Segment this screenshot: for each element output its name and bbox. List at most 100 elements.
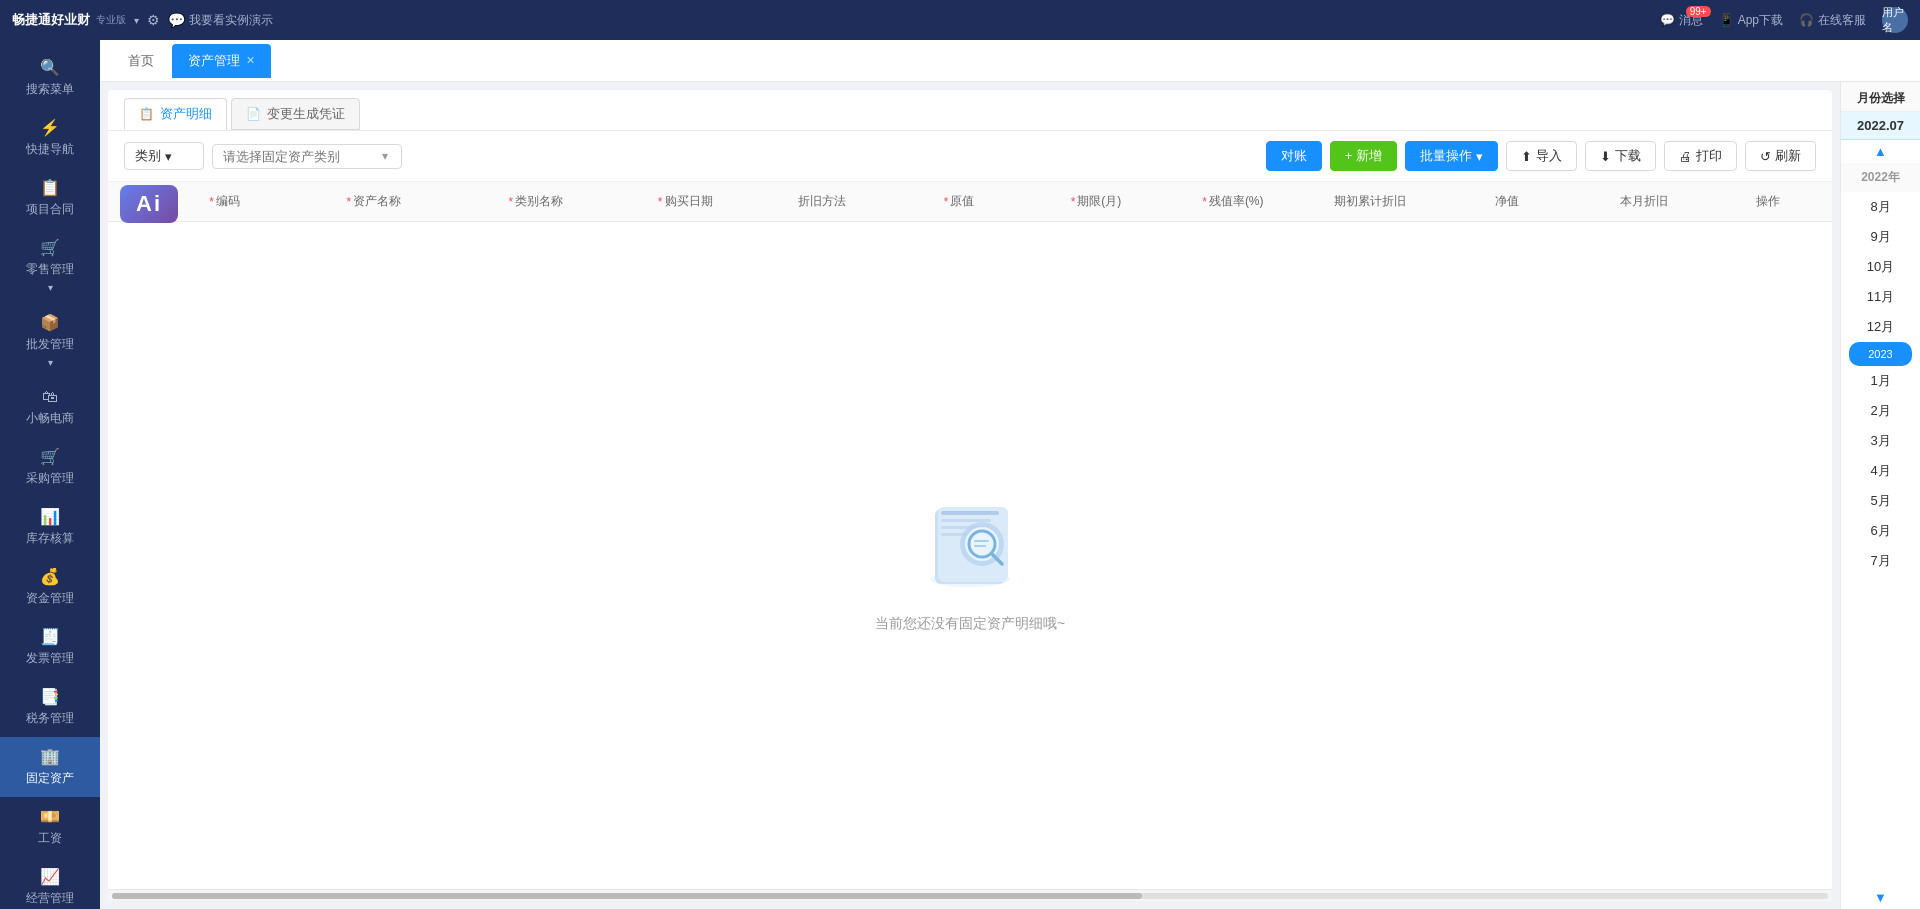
batch-button[interactable]: 批量操作 ▾ [1405, 141, 1498, 171]
sidebar-item-ecommerce[interactable]: 🛍 小畅电商 [0, 378, 100, 437]
scroll-track[interactable] [112, 893, 1828, 899]
sidebar-item-search-menu[interactable]: 🔍 搜索菜单 [0, 48, 100, 108]
month-item-6[interactable]: 6月 [1841, 516, 1920, 546]
month-item-9[interactable]: 9月 [1841, 222, 1920, 252]
sidebar-item-purchase[interactable]: 🛒 采购管理 [0, 437, 100, 497]
th-monthly-dep: 本月折旧 [1575, 185, 1712, 218]
scroll-thumb[interactable] [112, 893, 1142, 899]
th-period: * 期限(月) [1028, 185, 1165, 218]
th-original-value: * 原值 [891, 185, 1028, 218]
empty-illustration [910, 479, 1030, 599]
month-panel-title: 月份选择 [1841, 82, 1920, 112]
asset-detail-icon: 📋 [139, 107, 154, 121]
message-icon: 💬 [1660, 13, 1675, 27]
category-input[interactable] [212, 144, 402, 169]
search-icon: 🔍 [40, 58, 60, 77]
month-list: 2022年 8月 9月 10月 11月 12月 2023 1月 2月 3月 4月… [1841, 163, 1920, 886]
th-purchase-date: * 购买日期 [617, 185, 754, 218]
month-item-1[interactable]: 1月 [1841, 366, 1920, 396]
inventory-icon: 📊 [40, 507, 60, 526]
app-download-btn[interactable]: 📱 App下载 [1719, 12, 1783, 29]
quick-icon: ⚡ [40, 118, 60, 137]
category-filter[interactable]: 类别 ▾ [124, 142, 204, 170]
panel-toggle-btn[interactable]: › [1840, 476, 1841, 516]
phone-icon: 📱 [1719, 13, 1734, 27]
month-item-12[interactable]: 12月 [1841, 312, 1920, 342]
sidebar-item-wholesale[interactable]: 📦 批发管理 ▾ [0, 303, 100, 378]
project-icon: 📋 [40, 178, 60, 197]
th-dep-method: 折旧方法 [754, 185, 891, 218]
month-item-2[interactable]: 2月 [1841, 396, 1920, 426]
refresh-icon: ↺ [1760, 149, 1771, 164]
sidebar-item-retail[interactable]: 🛒 零售管理 ▾ [0, 228, 100, 303]
refresh-button[interactable]: ↺ 刷新 [1745, 141, 1816, 171]
ecommerce-icon: 🛍 [42, 388, 58, 406]
month-item-10[interactable]: 10月 [1841, 252, 1920, 282]
tab-bar: 首页 资产管理 ✕ [100, 40, 1920, 82]
month-item-3[interactable]: 3月 [1841, 426, 1920, 456]
message-badge: 99+ [1686, 6, 1711, 17]
toolbar: 类别 ▾ ▾ 对账 + 新增 批量操作 ▾ ⬆ 导入 [108, 131, 1832, 182]
sidebar-item-operation[interactable]: 📈 经营管理 [0, 857, 100, 909]
purchase-icon: 🛒 [40, 447, 60, 466]
operation-icon: 📈 [40, 867, 60, 886]
import-button[interactable]: ⬆ 导入 [1506, 141, 1577, 171]
tab-close-icon[interactable]: ✕ [246, 54, 255, 67]
sidebar-item-inventory[interactable]: 📊 库存核算 [0, 497, 100, 557]
main-layout: 🔍 搜索菜单 ⚡ 快捷导航 📋 项目合同 🛒 零售管理 ▾ 📦 批发管理 ▾ 🛍… [0, 40, 1920, 909]
top-bar: 畅捷通好业财 专业版 ▾ ⚙ 💬 我要看实例演示 💬 消息 99+ 📱 App下… [0, 0, 1920, 40]
settings-icon[interactable]: ⚙ [147, 12, 160, 28]
month-item-11[interactable]: 11月 [1841, 282, 1920, 312]
tab-asset-mgmt[interactable]: 资产管理 ✕ [172, 44, 271, 78]
year-2022-label: 2022年 [1841, 163, 1920, 192]
page-content: 📋 资产明细 📄 变更生成凭证 类别 ▾ ▾ [100, 82, 1920, 909]
add-button[interactable]: + 新增 [1330, 141, 1397, 171]
year-2023-badge: 2023 [1849, 342, 1912, 366]
bottom-scrollbar[interactable] [108, 889, 1832, 901]
download-icon: ⬇ [1600, 149, 1611, 164]
demo-link[interactable]: 💬 我要看实例演示 [168, 12, 273, 29]
sub-tab-change-voucher[interactable]: 📄 变更生成凭证 [231, 98, 360, 130]
retail-arrow: ▾ [48, 282, 53, 293]
company-dropdown[interactable]: ▾ [134, 15, 139, 26]
download-button[interactable]: ⬇ 下载 [1585, 141, 1656, 171]
input-arrow-icon: ▾ [382, 149, 388, 163]
headset-icon: 🎧 [1799, 13, 1814, 27]
month-item-5[interactable]: 5月 [1841, 486, 1920, 516]
sidebar-item-project[interactable]: 📋 项目合同 [0, 168, 100, 228]
wholesale-arrow: ▾ [48, 357, 53, 368]
month-item-8[interactable]: 8月 [1841, 192, 1920, 222]
user-avatar[interactable]: 用户名 [1882, 7, 1908, 33]
month-item-4[interactable]: 4月 [1841, 456, 1920, 486]
print-icon: 🖨 [1679, 149, 1692, 164]
th-name: * 资产名称 [293, 185, 455, 218]
current-month-display[interactable]: 2022.07 [1841, 112, 1920, 140]
sub-tab-asset-detail[interactable]: 📋 资产明细 [124, 98, 227, 130]
reconcile-button[interactable]: 对账 [1266, 141, 1322, 171]
sub-tab-bar: 📋 资产明细 📄 变更生成凭证 [108, 90, 1832, 131]
month-nav-up-btn[interactable]: ▲ [1841, 140, 1920, 163]
sidebar-item-quick-nav[interactable]: ⚡ 快捷导航 [0, 108, 100, 168]
salary-icon: 💴 [40, 807, 60, 826]
th-category: * 类别名称 [455, 185, 617, 218]
month-item-7[interactable]: 7月 [1841, 546, 1920, 576]
top-bar-left: 畅捷通好业财 专业版 ▾ ⚙ 💬 我要看实例演示 [12, 12, 1652, 29]
month-nav-down-btn[interactable]: ▼ [1841, 886, 1920, 909]
message-btn[interactable]: 💬 消息 99+ [1660, 12, 1703, 29]
toolbar-actions: 对账 + 新增 批量操作 ▾ ⬆ 导入 ⬇ 下载 [1266, 141, 1816, 171]
sidebar-item-tax[interactable]: 📑 税务管理 [0, 677, 100, 737]
sidebar-item-invoice[interactable]: 🧾 发票管理 [0, 617, 100, 677]
customer-service-btn[interactable]: 🎧 在线客服 [1799, 12, 1866, 29]
sidebar: 🔍 搜索菜单 ⚡ 快捷导航 📋 项目合同 🛒 零售管理 ▾ 📦 批发管理 ▾ 🛍… [0, 40, 100, 909]
wholesale-icon: 📦 [40, 313, 60, 332]
table-header: * 编码 * 资产名称 * 类别名称 * 购买日期 [108, 182, 1832, 222]
tab-home[interactable]: 首页 [112, 44, 170, 78]
batch-arrow-icon: ▾ [1476, 149, 1483, 164]
month-panel: › 月份选择 2022.07 ▲ 2022年 8月 9月 10月 11月 12月… [1840, 82, 1920, 909]
filter-arrow-icon: ▾ [165, 149, 172, 164]
sidebar-item-fixed-asset[interactable]: 🏢 固定资产 [0, 737, 100, 797]
sidebar-item-salary[interactable]: 💴 工资 [0, 797, 100, 857]
print-button[interactable]: 🖨 打印 [1664, 141, 1737, 171]
th-residual-rate: * 残值率(%) [1164, 185, 1301, 218]
sidebar-item-finance[interactable]: 💰 资金管理 [0, 557, 100, 617]
